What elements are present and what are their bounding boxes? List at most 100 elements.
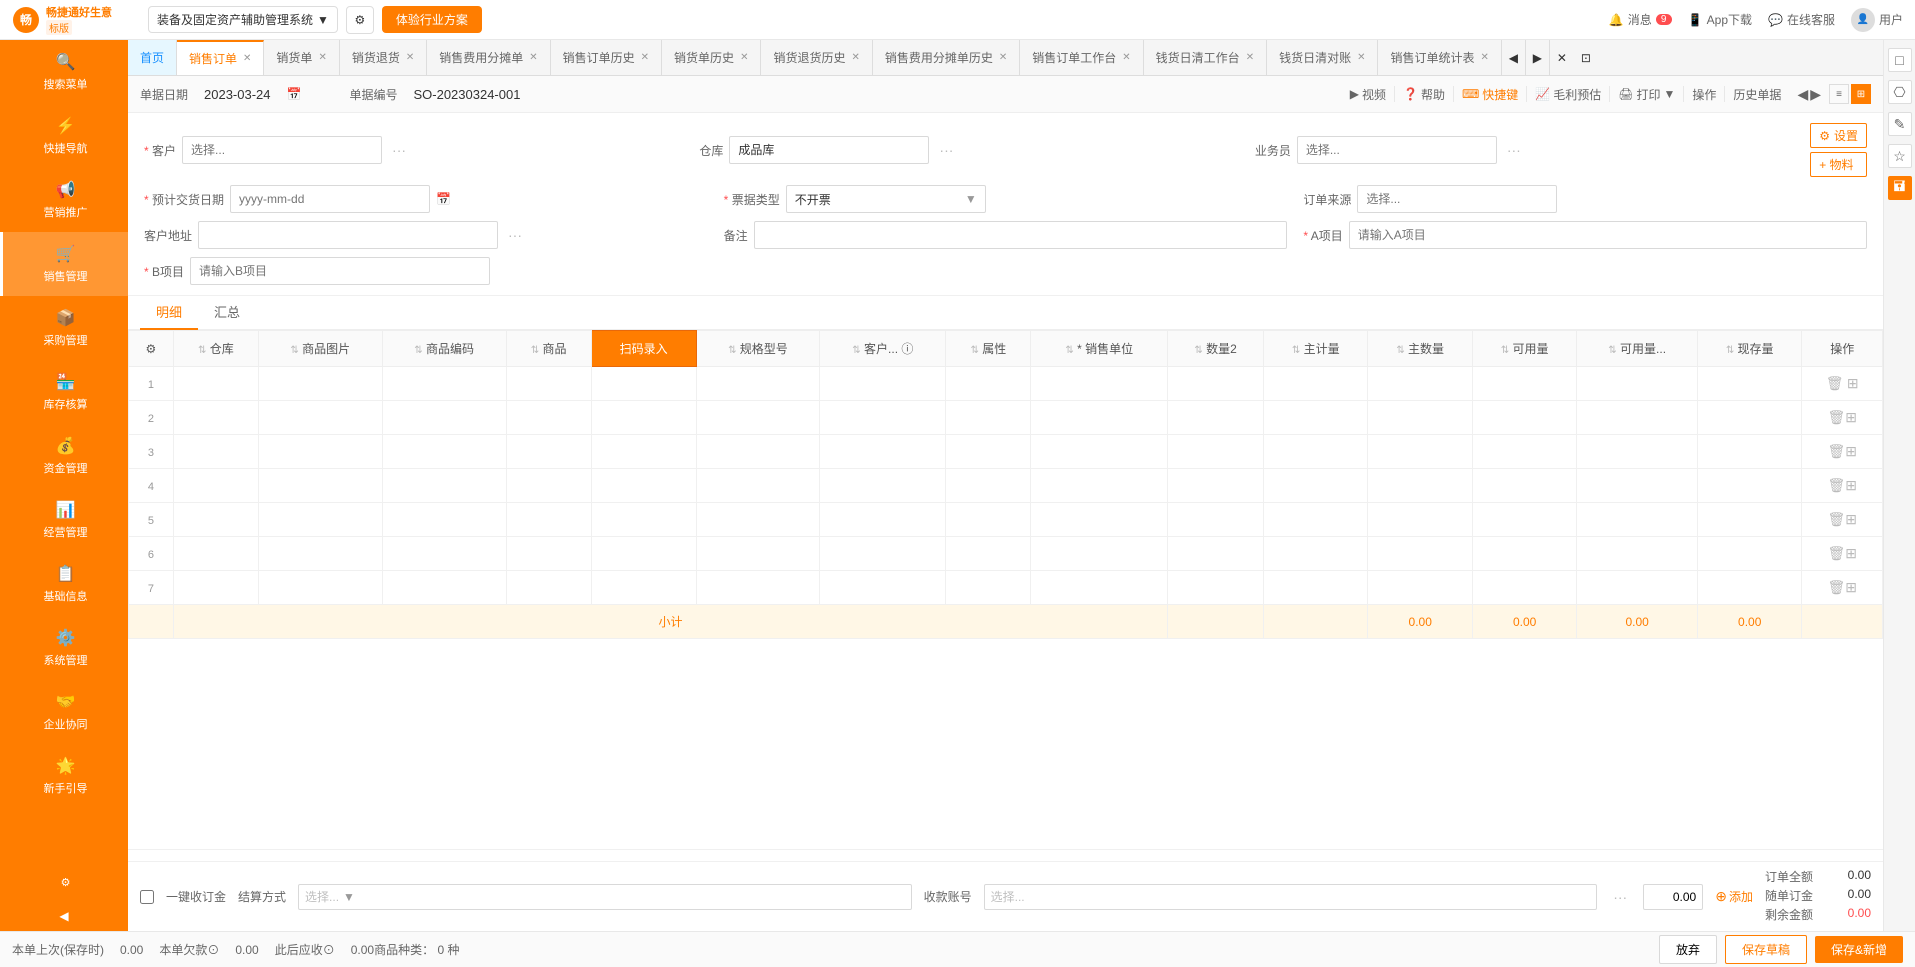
row6-cust-code[interactable] [820, 537, 946, 571]
tab-close-sales-order[interactable]: ✕ [243, 53, 251, 64]
row3-spec[interactable] [696, 435, 820, 469]
grid-view-btn[interactable]: ≡ [1829, 84, 1849, 104]
row2-available2[interactable] [1577, 401, 1698, 435]
tab-close-invoice-history[interactable]: ✕ [740, 52, 748, 63]
add-material-btn[interactable]: + 物料 [1810, 152, 1867, 177]
col-unit[interactable]: ⇅ * 销售单位 [1031, 331, 1168, 367]
row2-scan[interactable] [591, 401, 696, 435]
tab-nav-prev[interactable]: ◀ [1502, 40, 1526, 76]
row4-unit[interactable] [1031, 469, 1168, 503]
col-main-unit[interactable]: ⇅ 主计量 [1264, 331, 1368, 367]
row7-spec[interactable] [696, 571, 820, 605]
sidebar-item-inventory[interactable]: 🏪 库存核算 [0, 360, 128, 424]
row1-stock[interactable] [1697, 367, 1801, 401]
col-available[interactable]: ⇅ 可用量 [1472, 331, 1576, 367]
row6-attr[interactable] [946, 537, 1031, 571]
sidebar-item-guide[interactable]: 🌟 新手引导 [0, 744, 128, 808]
row4-name[interactable] [506, 469, 591, 503]
tab-nav-next[interactable]: ▶ [1526, 40, 1550, 76]
row7-code[interactable] [382, 571, 506, 605]
sidebar-item-quicknav[interactable]: ⚡ 快捷导航 [0, 104, 128, 168]
row3-main-unit[interactable] [1264, 435, 1368, 469]
tab-expand-btn[interactable]: ⊡ [1574, 40, 1598, 76]
sidebar-item-basic[interactable]: 📋 基础信息 [0, 552, 128, 616]
tab-expense-split[interactable]: 销售费用分摊单 ✕ [427, 40, 550, 76]
address-input[interactable] [198, 221, 498, 249]
row1-copy-btn[interactable]: ⊞ [1847, 375, 1859, 391]
tab-close-expense[interactable]: ✕ [529, 52, 537, 63]
row5-attr[interactable] [946, 503, 1031, 537]
row5-main-qty[interactable] [1368, 503, 1472, 537]
view-video-btn[interactable]: ▶ 视频 [1350, 86, 1386, 103]
tab-sales-order[interactable]: 销售订单 ✕ [177, 40, 264, 76]
row2-unit[interactable] [1031, 401, 1168, 435]
tab-close-return[interactable]: ✕ [406, 52, 414, 63]
row3-qty2[interactable] [1168, 435, 1264, 469]
staff-input[interactable] [1297, 136, 1497, 164]
row6-delete-btn[interactable]: 🗑 [1827, 545, 1845, 561]
customer-more-icon[interactable]: ··· [388, 142, 410, 158]
row3-attr[interactable] [946, 435, 1031, 469]
row5-scan[interactable] [591, 503, 696, 537]
sidebar-collapse-btn[interactable]: ◀ [0, 901, 128, 931]
row3-image[interactable] [258, 435, 382, 469]
row6-code[interactable] [382, 537, 506, 571]
row6-spec[interactable] [696, 537, 820, 571]
row7-unit[interactable] [1031, 571, 1168, 605]
row6-scan[interactable] [591, 537, 696, 571]
row3-available[interactable] [1472, 435, 1576, 469]
row5-available[interactable] [1472, 503, 1576, 537]
online-service-btn[interactable]: 💬 在线客服 [1768, 11, 1835, 28]
nav-next-icon[interactable]: ▶ [1810, 86, 1821, 103]
col-scan[interactable]: 扫码录入 [591, 331, 696, 367]
row4-attr[interactable] [946, 469, 1031, 503]
row5-image[interactable] [258, 503, 382, 537]
order-source-input[interactable] [1357, 185, 1557, 213]
row3-main-qty[interactable] [1368, 435, 1472, 469]
tab-order-history[interactable]: 销售订单历史 ✕ [551, 40, 662, 76]
row5-unit[interactable] [1031, 503, 1168, 537]
settings-btn[interactable]: ⚙ 设置 [1810, 123, 1867, 148]
address-more-icon[interactable]: ··· [504, 227, 526, 243]
notification-btn[interactable]: 🔔 消息 9 [1609, 11, 1672, 28]
row7-main-unit[interactable] [1264, 571, 1368, 605]
row2-copy-btn[interactable]: ⊞ [1845, 409, 1857, 425]
row7-available2[interactable] [1577, 571, 1698, 605]
row7-attr[interactable] [946, 571, 1031, 605]
row6-image[interactable] [258, 537, 382, 571]
tab-summary[interactable]: 汇总 [198, 296, 256, 330]
row1-image[interactable] [258, 367, 382, 401]
row6-main-unit[interactable] [1264, 537, 1368, 571]
row3-name[interactable] [506, 435, 591, 469]
row5-stock[interactable] [1697, 503, 1801, 537]
tab-sales-invoice[interactable]: 销货单 ✕ [264, 40, 339, 76]
tab-cash-reconcile[interactable]: 钱货日清对账 ✕ [1267, 40, 1378, 76]
settings-button[interactable]: ⚙ [346, 6, 374, 34]
col-available2[interactable]: ⇅ 可用量... [1577, 331, 1698, 367]
project-b-input[interactable] [190, 257, 490, 285]
sidebar-item-finance[interactable]: 💰 资金管理 [0, 424, 128, 488]
tab-detail[interactable]: 明细 [140, 296, 198, 330]
row6-name[interactable] [506, 537, 591, 571]
user-menu-btn[interactable]: 👤 用户 [1851, 8, 1903, 32]
project-a-input[interactable] [1349, 221, 1867, 249]
col-warehouse[interactable]: ⇅ 仓库 [173, 331, 258, 367]
row7-warehouse[interactable] [173, 571, 258, 605]
right-panel-btn-2[interactable]: ⎔ [1888, 80, 1912, 104]
row4-stock[interactable] [1697, 469, 1801, 503]
tab-close-sales-stats[interactable]: ✕ [1481, 52, 1489, 63]
row5-delete-btn[interactable]: 🗑 [1827, 511, 1845, 527]
app-download-btn[interactable]: 📱 App下载 [1688, 11, 1752, 28]
abandon-button[interactable]: 放弃 [1659, 935, 1717, 964]
row4-warehouse[interactable] [173, 469, 258, 503]
invoice-select[interactable]: 不开票 ▼ [786, 185, 986, 213]
row6-qty2[interactable] [1168, 537, 1264, 571]
row5-available2[interactable] [1577, 503, 1698, 537]
row7-cust-code[interactable] [820, 571, 946, 605]
row1-scan[interactable] [591, 367, 696, 401]
col-stock[interactable]: ⇅ 现存量 [1697, 331, 1801, 367]
tab-sales-stats[interactable]: 销售订单统计表 ✕ [1378, 40, 1501, 76]
customer-input[interactable] [182, 136, 382, 164]
row4-scan[interactable] [591, 469, 696, 503]
tab-close-order-history[interactable]: ✕ [641, 52, 649, 63]
